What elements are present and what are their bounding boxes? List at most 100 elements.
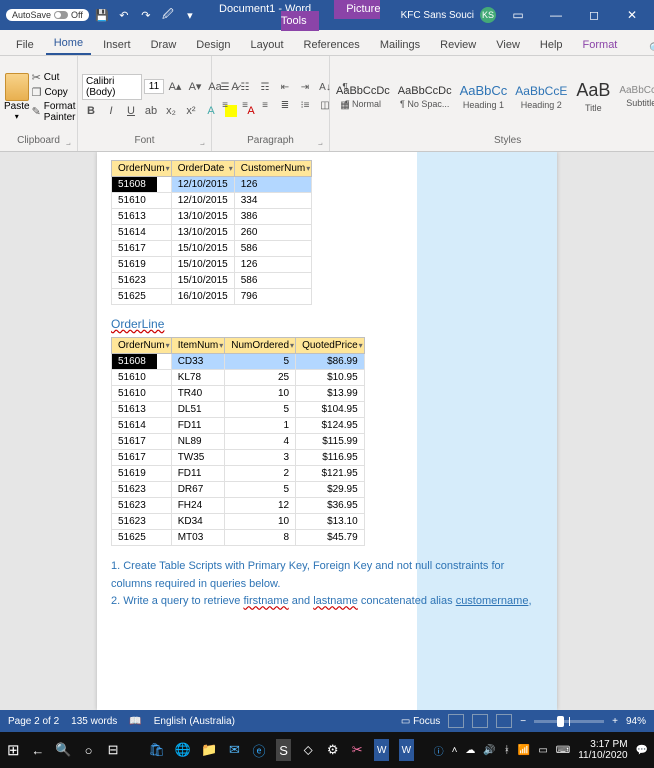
start-button[interactable]: ⊞: [6, 739, 21, 761]
sublime-icon[interactable]: S: [276, 739, 291, 761]
web-layout-icon[interactable]: [496, 714, 512, 728]
superscript-button[interactable]: x²: [182, 102, 200, 120]
dropbox-icon[interactable]: ⬦: [301, 739, 316, 761]
tab-help[interactable]: Help: [532, 35, 571, 55]
language-indicator[interactable]: English (Australia): [154, 716, 235, 727]
table-row[interactable]: 51619FD112$121.95: [112, 466, 365, 482]
column-header[interactable]: CustomerNum▾: [234, 161, 311, 177]
font-size-select[interactable]: 11: [144, 79, 164, 94]
tab-insert[interactable]: Insert: [95, 35, 139, 55]
chrome-icon[interactable]: 🌐: [175, 739, 191, 761]
zoom-slider[interactable]: [534, 720, 604, 723]
column-header[interactable]: NumOrdered▾: [225, 338, 296, 354]
back-icon[interactable]: ←: [31, 739, 46, 761]
bold-button[interactable]: B: [82, 102, 100, 120]
align-center-icon[interactable]: ≡: [236, 98, 254, 114]
table-row[interactable]: 5161012/10/2015334: [112, 193, 312, 209]
tray-up-icon[interactable]: ˄: [452, 745, 458, 756]
table-row[interactable]: 5162516/10/2015796: [112, 289, 312, 305]
style-tile[interactable]: AaBbCcDc¶ No Spac...: [396, 81, 454, 113]
tab-file[interactable]: File: [8, 35, 42, 55]
tab-references[interactable]: References: [296, 35, 368, 55]
shrink-font-icon[interactable]: A▾: [186, 78, 204, 96]
orderline-table[interactable]: OrderNum▾ItemNum▾NumOrdered▾QuotedPrice▾…: [111, 337, 365, 546]
table-row[interactable]: 51623KD3410$13.10: [112, 514, 365, 530]
search-taskbar-icon[interactable]: 🔍: [55, 739, 71, 761]
table-row[interactable]: 51613DL515$104.95: [112, 402, 365, 418]
style-tile[interactable]: AaBTitle: [573, 76, 613, 117]
indent-icon[interactable]: ⇥: [296, 80, 314, 96]
subscript-button[interactable]: x₂: [162, 102, 180, 120]
zoom-out-icon[interactable]: −: [520, 716, 526, 727]
account-name[interactable]: KFC Sans Souci: [401, 10, 474, 21]
line-spacing-icon[interactable]: ⁝≡: [296, 98, 314, 114]
table-row[interactable]: 51623DR675$29.95: [112, 482, 365, 498]
read-mode-icon[interactable]: [448, 714, 464, 728]
save-icon[interactable]: 💾: [93, 6, 111, 24]
onedrive-icon[interactable]: ☁: [465, 745, 475, 756]
word2-icon[interactable]: W: [399, 739, 414, 761]
explorer-icon[interactable]: 📁: [201, 739, 217, 761]
qat-more-icon[interactable]: ▾: [181, 6, 199, 24]
redo-icon[interactable]: ↷: [137, 6, 155, 24]
battery-icon[interactable]: ▭: [538, 745, 547, 756]
underline-button[interactable]: U: [122, 102, 140, 120]
column-header[interactable]: OrderNum▾: [112, 338, 172, 354]
column-header[interactable]: ItemNum▾: [171, 338, 225, 354]
close-button[interactable]: ✕: [616, 1, 648, 29]
table-row[interactable]: 51610TR4010$13.99: [112, 386, 365, 402]
print-layout-icon[interactable]: [472, 714, 488, 728]
numbering-icon[interactable]: ☷: [236, 80, 254, 96]
zoom-in-icon[interactable]: +: [612, 716, 618, 727]
copy-button[interactable]: Copy: [32, 86, 76, 99]
styles-gallery[interactable]: AaBbCcDc¶ NormalAaBbCcDc¶ No Spac... AaBb…: [334, 76, 654, 117]
cut-button[interactable]: Cut: [32, 71, 76, 84]
tab-draw[interactable]: Draw: [143, 35, 185, 55]
strikethrough-button[interactable]: ab: [142, 102, 160, 120]
table-row[interactable]: 51617TW353$116.95: [112, 450, 365, 466]
outdent-icon[interactable]: ⇤: [276, 80, 294, 96]
table-row[interactable]: 51623FH2412$36.95: [112, 498, 365, 514]
clock[interactable]: 3:17 PM 11/10/2020: [578, 739, 627, 761]
format-painter-button[interactable]: Format Painter: [32, 101, 76, 123]
spellcheck-icon[interactable]: 📖: [129, 716, 141, 727]
italic-button[interactable]: I: [102, 102, 120, 120]
volume-icon[interactable]: 🔊: [483, 745, 495, 756]
zoom-level[interactable]: 94%: [626, 716, 646, 727]
tray-help-icon[interactable]: ⓘ: [434, 743, 444, 758]
undo-icon[interactable]: ↶: [115, 6, 133, 24]
network-icon[interactable]: 📶: [518, 745, 530, 756]
table-row[interactable]: 51617NL894$115.99: [112, 434, 365, 450]
accessibility-icon[interactable]: 🖉: [159, 6, 177, 24]
table-row[interactable]: 5161313/10/2015386: [112, 209, 312, 225]
focus-mode[interactable]: ▭ Focus: [401, 716, 440, 727]
word-count[interactable]: 135 words: [71, 716, 117, 727]
align-right-icon[interactable]: ≡: [256, 98, 274, 114]
word-icon[interactable]: W: [374, 739, 389, 761]
column-header[interactable]: OrderDate▾: [171, 161, 234, 177]
edge-icon[interactable]: ⓔ: [252, 739, 267, 761]
style-tile[interactable]: AaBbCcDSubtitle: [617, 81, 654, 112]
orders-table[interactable]: OrderNum▾OrderDate▾CustomerNum▾5160812/1…: [111, 160, 312, 305]
paste-button[interactable]: Paste▾: [4, 73, 30, 121]
maximize-button[interactable]: ◻: [578, 1, 610, 29]
tab-mailings[interactable]: Mailings: [372, 35, 428, 55]
style-tile[interactable]: AaBbCcDc¶ Normal: [334, 81, 392, 113]
account-avatar[interactable]: KS: [480, 7, 496, 23]
cortana-icon[interactable]: ○: [81, 739, 96, 761]
settings-icon[interactable]: ⚙: [325, 739, 340, 761]
autosave-toggle[interactable]: AutoSave Off: [6, 9, 89, 21]
table-row[interactable]: 51610KL7825$10.95: [112, 370, 365, 386]
page-indicator[interactable]: Page 2 of 2: [8, 716, 59, 727]
multilevel-icon[interactable]: ☶: [256, 80, 274, 96]
tab-view[interactable]: View: [488, 35, 528, 55]
tab-home[interactable]: Home: [46, 33, 91, 55]
search-box[interactable]: 🔍 Search: [649, 42, 654, 55]
store-icon[interactable]: 🛍: [148, 739, 165, 761]
table-row[interactable]: 5161715/10/2015586: [112, 241, 312, 257]
notifications-icon[interactable]: 💬: [636, 745, 648, 756]
mail-icon[interactable]: ✉: [227, 739, 242, 761]
tab-design[interactable]: Design: [188, 35, 238, 55]
table-row[interactable]: 51625MT038$45.79: [112, 530, 365, 546]
snip-icon[interactable]: ✂: [350, 739, 365, 761]
